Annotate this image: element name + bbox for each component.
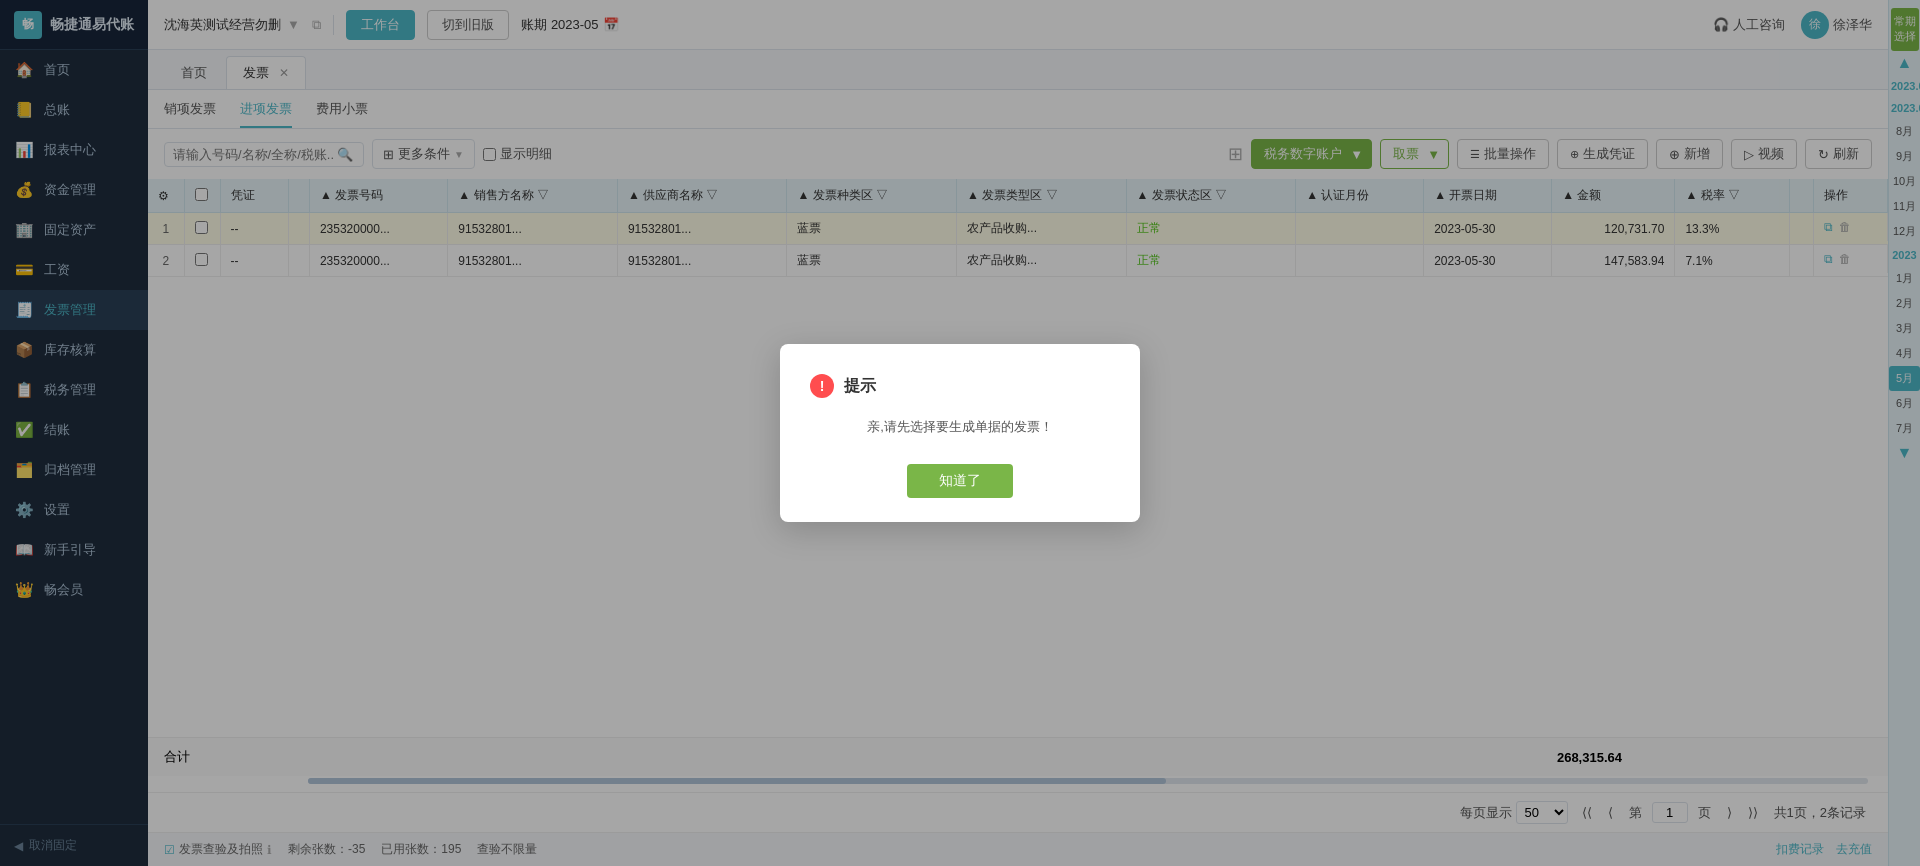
warning-icon: ! xyxy=(810,374,834,398)
modal-overlay: ! 提示 亲,请先选择要生成单据的发票！ 知道了 xyxy=(0,0,1920,866)
dialog-footer: 知道了 xyxy=(810,464,1110,498)
dialog-ok-button[interactable]: 知道了 xyxy=(907,464,1013,498)
dialog-title: 提示 xyxy=(844,376,876,397)
dialog-title-row: ! 提示 xyxy=(810,374,1110,398)
dialog-message: 亲,请先选择要生成单据的发票！ xyxy=(810,418,1110,436)
alert-dialog: ! 提示 亲,请先选择要生成单据的发票！ 知道了 xyxy=(780,344,1140,522)
